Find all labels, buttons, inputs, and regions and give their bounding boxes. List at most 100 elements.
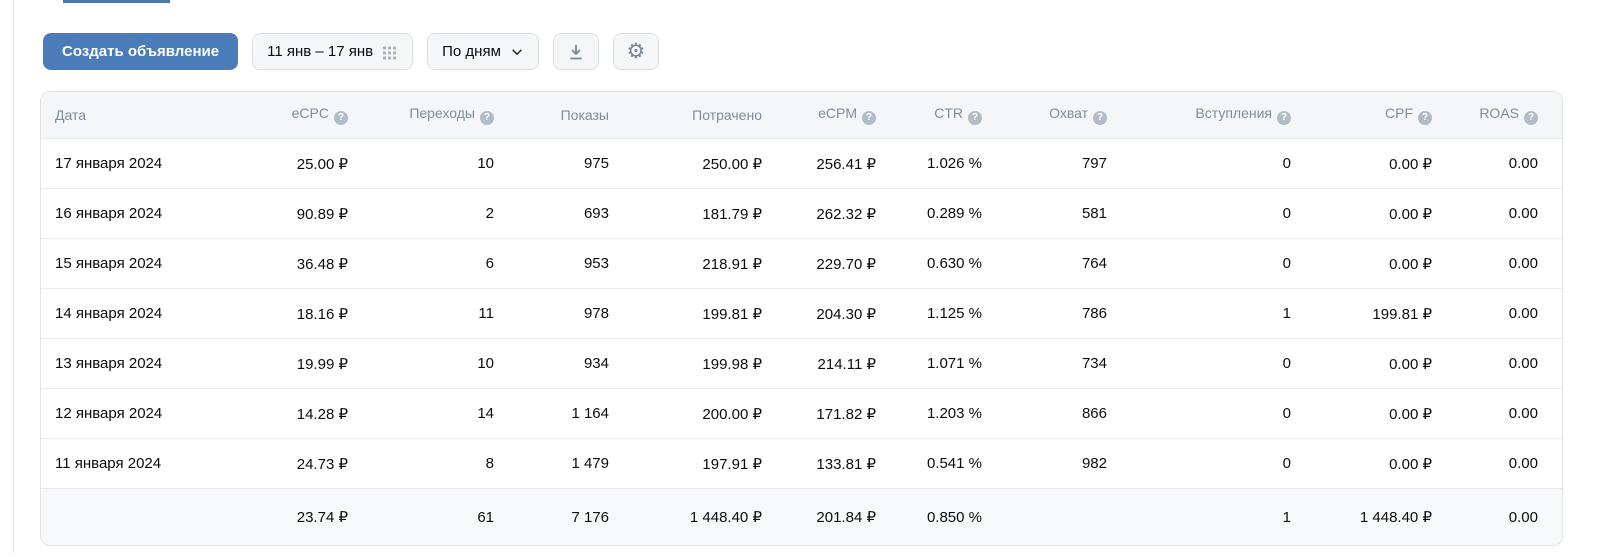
table-cell: 1.026 % bbox=[876, 138, 982, 189]
table-cell: 18.16 ₽ bbox=[251, 288, 348, 339]
table-cell: 133.81 ₽ bbox=[762, 438, 876, 489]
table-cell: 0.850 % bbox=[876, 488, 982, 545]
table-cell: 0.00 bbox=[1432, 488, 1562, 545]
group-by-dropdown[interactable]: По дням bbox=[427, 33, 539, 70]
column-label: Охват bbox=[1049, 105, 1088, 121]
table-cell: 214.11 ₽ bbox=[762, 338, 876, 389]
header-row: Дата eCPC? Переходы? Показы Потрачено eCPM? CT… bbox=[41, 92, 1562, 139]
question-circle-icon[interactable]: ? bbox=[1093, 111, 1107, 125]
question-circle-icon[interactable]: ? bbox=[334, 111, 348, 125]
settings-button[interactable]: ⚙ bbox=[612, 33, 659, 70]
table-cell: 24.73 ₽ bbox=[251, 438, 348, 489]
table-cell: 199.81 ₽ bbox=[1291, 288, 1432, 339]
table-cell: 975 bbox=[494, 138, 609, 189]
column-header-clicks[interactable]: Переходы? bbox=[348, 92, 494, 139]
question-circle-icon[interactable]: ? bbox=[862, 111, 876, 125]
table-cell: 7 176 bbox=[494, 488, 609, 545]
question-circle-icon[interactable]: ? bbox=[1277, 111, 1291, 125]
table-cell: 25.00 ₽ bbox=[251, 138, 348, 189]
table-cell: 0.289 % bbox=[876, 188, 982, 239]
column-header-cpf[interactable]: CPF? bbox=[1291, 92, 1432, 139]
table-cell bbox=[982, 488, 1107, 545]
table-cell: 15 января 2024 bbox=[41, 238, 251, 289]
column-header-ctr[interactable]: CTR? bbox=[876, 92, 982, 139]
table-row: 14 января 2024 18.16 ₽11 978 199.81 ₽204.30… bbox=[41, 288, 1562, 339]
table-cell: 1.071 % bbox=[876, 338, 982, 389]
statistics-table: Дата eCPC? Переходы? Показы Потрачено eCPM? CT… bbox=[40, 91, 1563, 546]
table-cell: 10 bbox=[348, 138, 494, 189]
column-label: eCPM bbox=[818, 105, 857, 121]
table-row: 11 января 2024 24.73 ₽8 1 479 197.91 ₽133.8… bbox=[41, 438, 1562, 489]
table-cell: 2 bbox=[348, 188, 494, 239]
table-cell: 0 bbox=[1107, 338, 1291, 389]
table-cell: 6 bbox=[348, 238, 494, 289]
totals-row: 23.74 ₽61 7 176 1 448.40 ₽201.84 ₽0.850 % 1… bbox=[41, 488, 1562, 545]
table-cell: 8 bbox=[348, 438, 494, 489]
table-row: 12 января 2024 14.28 ₽14 1 164 200.00 ₽171.… bbox=[41, 388, 1562, 439]
create-ad-button[interactable]: Создать объявление bbox=[43, 33, 239, 70]
column-header-ecpm[interactable]: eCPM? bbox=[762, 92, 876, 139]
table-cell: 982 bbox=[982, 438, 1107, 489]
table-cell: 13 января 2024 bbox=[41, 338, 251, 389]
column-header-ecpc[interactable]: eCPC? bbox=[251, 92, 348, 139]
table-row: 17 января 2024 25.00 ₽10 975 250.00 ₽256.41… bbox=[41, 138, 1562, 189]
active-tab-indicator bbox=[63, 0, 170, 3]
date-range-picker[interactable]: 11 янв – 17 янв bbox=[252, 33, 414, 70]
question-circle-icon[interactable]: ? bbox=[1418, 111, 1432, 125]
table-cell: 1 bbox=[1107, 288, 1291, 339]
calendar-grid-icon bbox=[382, 44, 398, 60]
table-cell: 199.98 ₽ bbox=[609, 338, 762, 389]
table-cell: 0.541 % bbox=[876, 438, 982, 489]
table-cell: 1.125 % bbox=[876, 288, 982, 339]
table-cell: 61 bbox=[348, 488, 494, 545]
table-cell: 229.70 ₽ bbox=[762, 238, 876, 289]
table-cell: 0.00 ₽ bbox=[1291, 188, 1432, 239]
column-label: Показы bbox=[560, 107, 609, 123]
table-row: 13 января 2024 19.99 ₽10 934 199.98 ₽214.11… bbox=[41, 338, 1562, 389]
table-cell: 14 января 2024 bbox=[41, 288, 251, 339]
table-cell: 0.00 ₽ bbox=[1291, 238, 1432, 289]
column-label: Вступления bbox=[1195, 105, 1272, 121]
column-header-spent[interactable]: Потрачено bbox=[609, 92, 762, 139]
table-row: 15 января 2024 36.48 ₽6 953 218.91 ₽229.70 … bbox=[41, 238, 1562, 289]
table-cell: 734 bbox=[982, 338, 1107, 389]
table-cell: 1 448.40 ₽ bbox=[609, 488, 762, 545]
column-header-joins[interactable]: Вступления? bbox=[1107, 92, 1291, 139]
table-cell: 0.00 ₽ bbox=[1291, 138, 1432, 189]
table-cell: 1 164 bbox=[494, 388, 609, 439]
table-cell: 786 bbox=[982, 288, 1107, 339]
gear-icon: ⚙ bbox=[626, 39, 646, 63]
table-cell: 218.91 ₽ bbox=[609, 238, 762, 289]
column-label: Переходы bbox=[409, 105, 475, 121]
question-circle-icon[interactable]: ? bbox=[968, 111, 982, 125]
column-header-impressions[interactable]: Показы bbox=[494, 92, 609, 139]
table-cell: 978 bbox=[494, 288, 609, 339]
question-circle-icon[interactable]: ? bbox=[480, 111, 494, 125]
table-cell: 256.41 ₽ bbox=[762, 138, 876, 189]
table-cell: 0.00 ₽ bbox=[1291, 338, 1432, 389]
table-cell: 1 bbox=[1107, 488, 1291, 545]
export-button[interactable] bbox=[552, 33, 599, 70]
statistics-table-grid: Дата eCPC? Переходы? Показы Потрачено eCPM? CT… bbox=[41, 92, 1562, 545]
table-cell: 0.00 bbox=[1432, 288, 1562, 339]
table-cell: 19.99 ₽ bbox=[251, 338, 348, 389]
table-cell: 10 bbox=[348, 338, 494, 389]
column-label: Дата bbox=[55, 107, 87, 123]
table-cell: 11 января 2024 bbox=[41, 438, 251, 489]
table-cell: 12 января 2024 bbox=[41, 388, 251, 439]
table-cell: 199.81 ₽ bbox=[609, 288, 762, 339]
column-header-roas[interactable]: ROAS? bbox=[1432, 92, 1562, 139]
table-cell: 0.00 bbox=[1432, 138, 1562, 189]
table-cell: 581 bbox=[982, 188, 1107, 239]
column-header-reach[interactable]: Охват? bbox=[982, 92, 1107, 139]
table-cell: 0 bbox=[1107, 388, 1291, 439]
table-cell: 0.630 % bbox=[876, 238, 982, 289]
table-row: 16 января 2024 90.89 ₽2 693 181.79 ₽262.32 … bbox=[41, 188, 1562, 239]
question-circle-icon[interactable]: ? bbox=[1524, 111, 1538, 125]
table-cell: 23.74 ₽ bbox=[251, 488, 348, 545]
column-label: Потрачено bbox=[692, 107, 762, 123]
table-cell: 250.00 ₽ bbox=[609, 138, 762, 189]
table-cell: 14 bbox=[348, 388, 494, 439]
table-cell: 262.32 ₽ bbox=[762, 188, 876, 239]
column-header-date[interactable]: Дата bbox=[41, 92, 251, 139]
